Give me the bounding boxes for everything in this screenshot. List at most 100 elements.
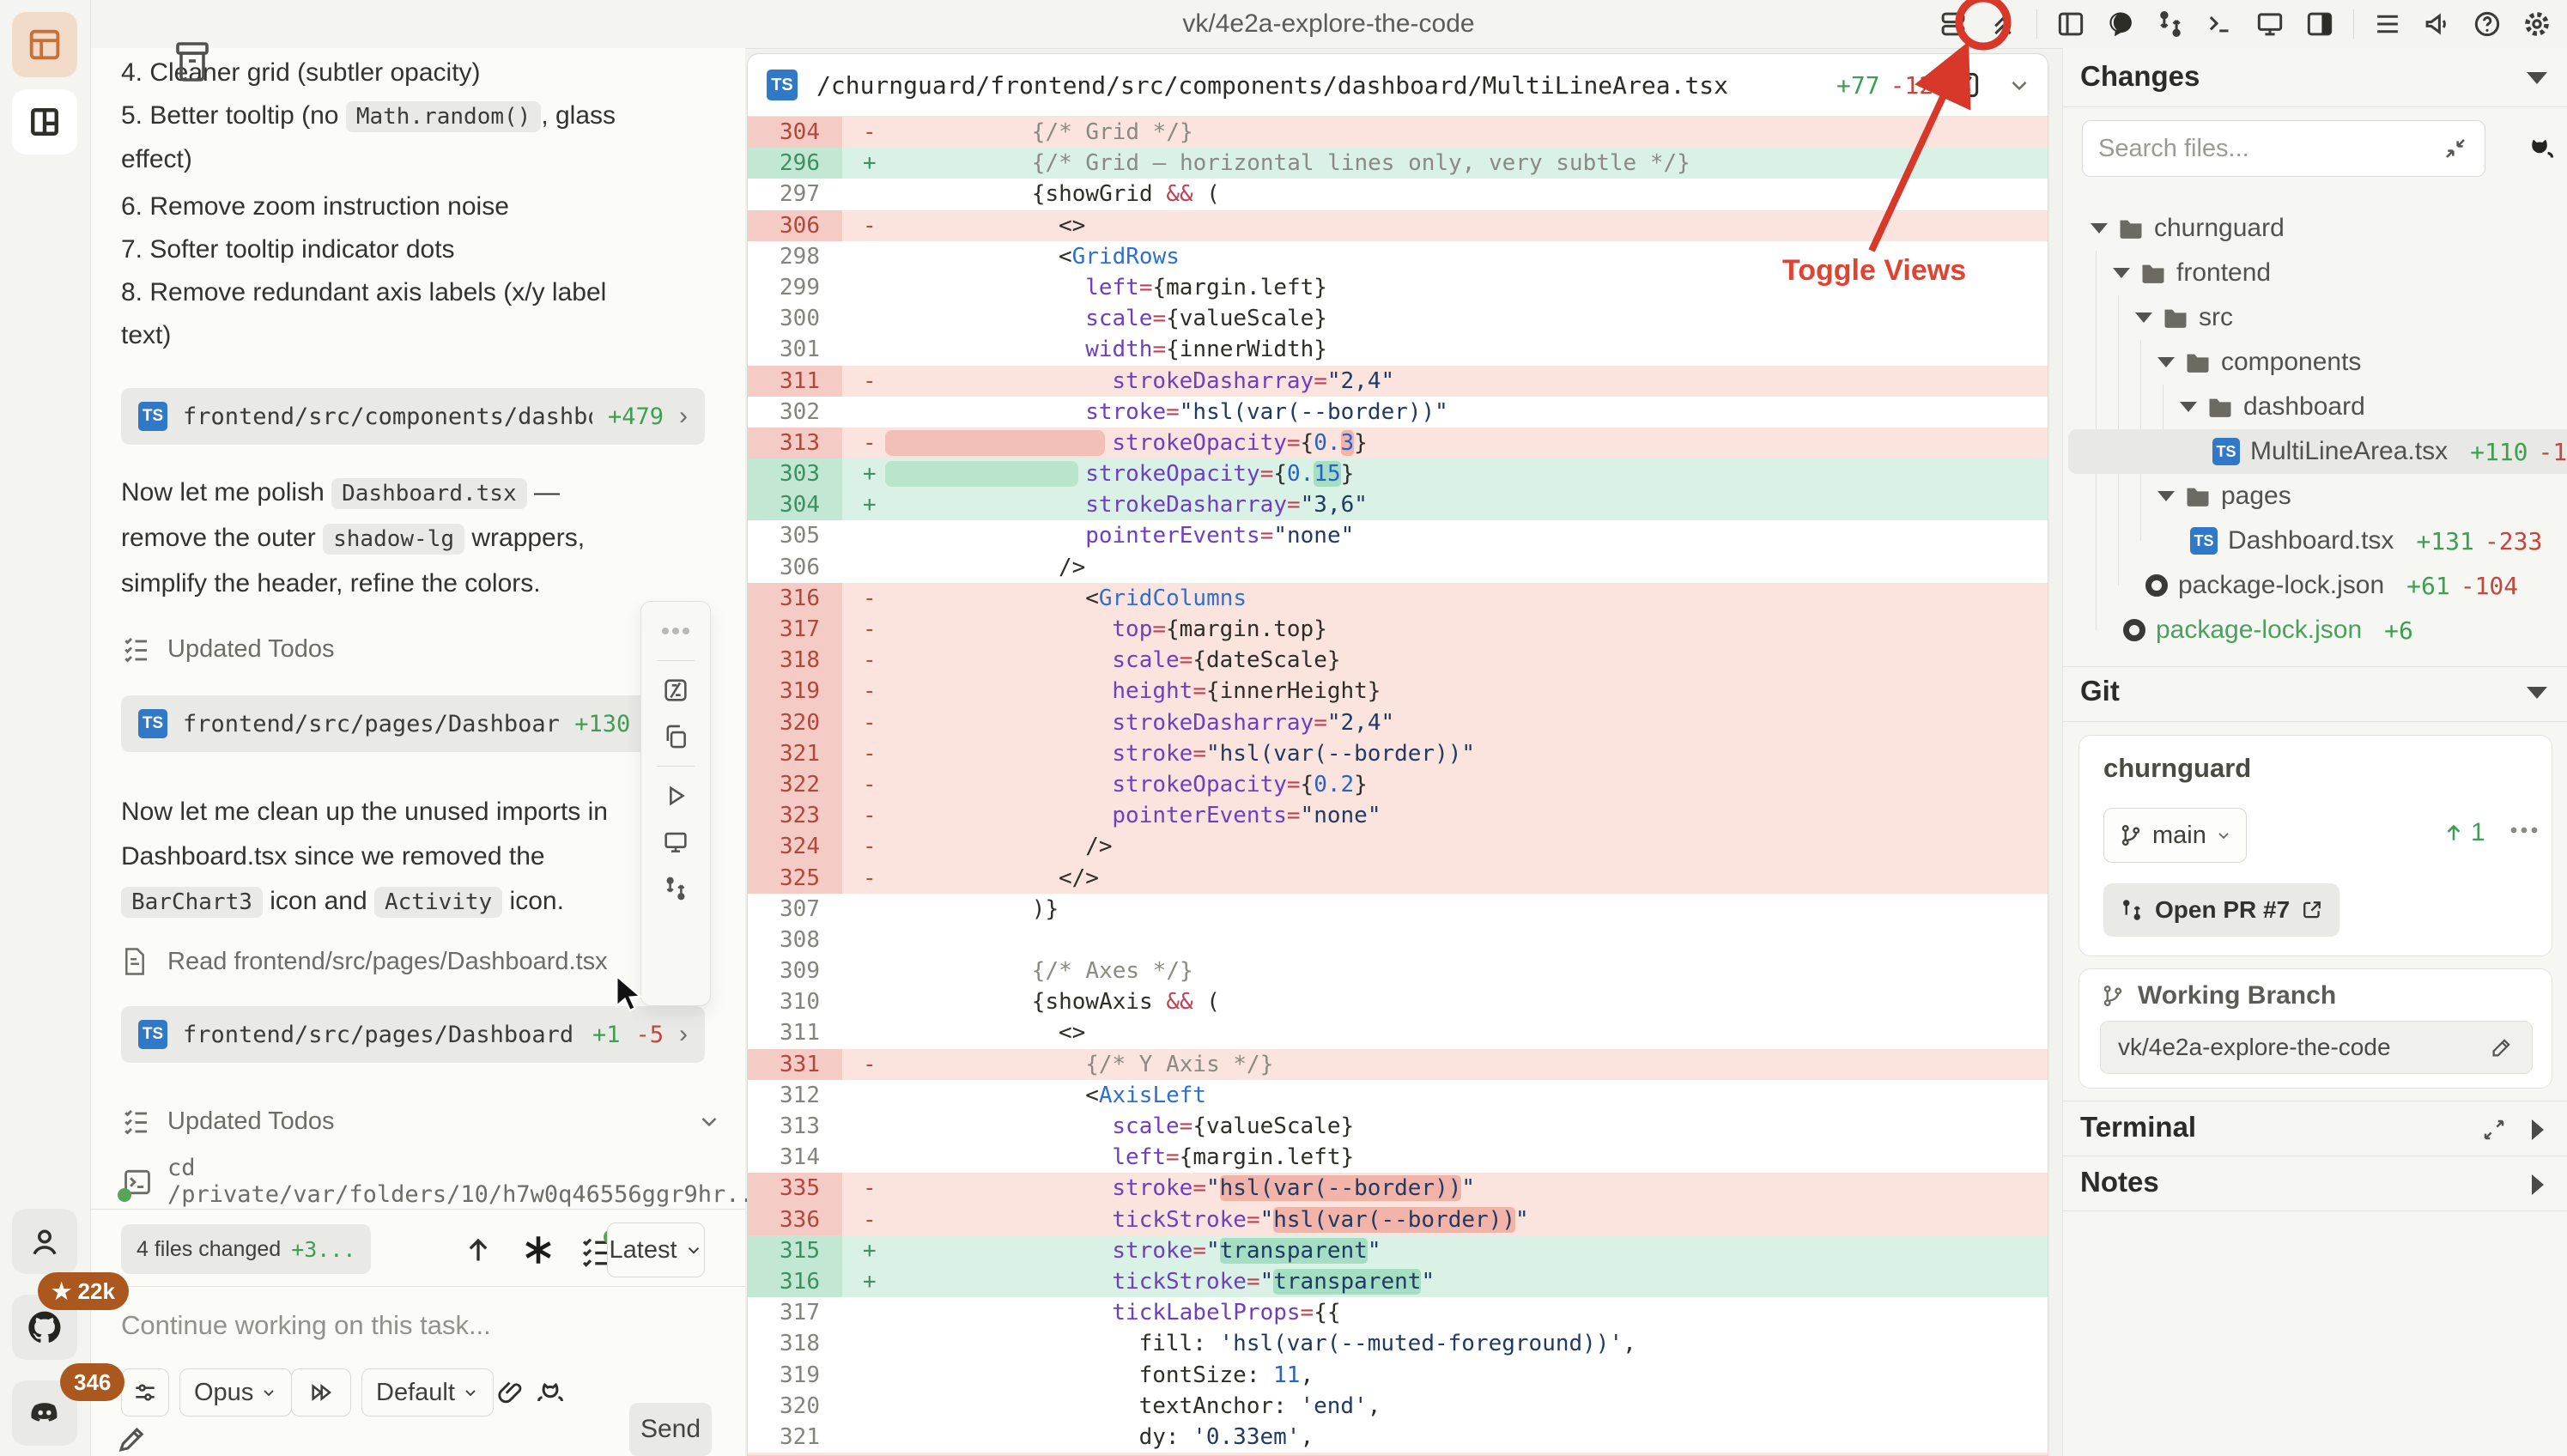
git-section-header[interactable]: Git (2080, 675, 2120, 707)
notes-section-header[interactable]: Notes (2080, 1166, 2159, 1198)
file-diff-chip[interactable]: TS frontend/src/pages/Dashboard.tsx +1 -… (121, 1006, 705, 1063)
terminal-section-header[interactable]: Terminal (2080, 1111, 2196, 1144)
file-diff-chip[interactable]: TS frontend/src/components/dashboa... +4… (121, 388, 705, 445)
tree-folder-pages[interactable]: pages (2068, 474, 2567, 519)
kanban-board-icon (26, 103, 64, 141)
panel-right-icon[interactable] (2303, 8, 2336, 40)
copy-icon[interactable] (657, 719, 695, 754)
menu-divider (657, 660, 695, 661)
tree-file-package-lock.json[interactable]: package-lock.json+6 (2068, 608, 2567, 652)
expand-icon[interactable] (2480, 1116, 2508, 1144)
chevron-down-icon (2215, 827, 2232, 844)
git-branch-icon (2100, 983, 2126, 1009)
rail-kanban-button[interactable] (12, 89, 77, 155)
folder-icon (2185, 351, 2211, 373)
repo-card: churnguard main 1 Open PR #7 (2078, 735, 2552, 956)
diff-line: 331-{/* Y Axis */} (748, 1049, 2048, 1080)
collapse-all-icon[interactable] (1987, 8, 2019, 40)
fast-forward-button[interactable] (291, 1368, 351, 1417)
edit-pencil-icon[interactable] (2489, 1034, 2515, 1060)
chat-bubble-icon[interactable] (2104, 8, 2137, 40)
play-icon[interactable] (657, 779, 695, 813)
file-diff-chip[interactable]: TS frontend/src/pages/Dashboar... +130 -… (121, 695, 705, 752)
diff-line: 318fill: 'hsl(var(--muted-foreground))', (748, 1328, 2048, 1359)
collapse-triangle-icon[interactable] (2527, 72, 2547, 84)
menu-icon[interactable] (2371, 8, 2404, 40)
rail-layout-dashboard-button[interactable] (12, 12, 77, 77)
git-compare-icon[interactable] (657, 871, 695, 906)
diff-line: 301width={innerWidth} (748, 334, 2048, 365)
more-dots-icon[interactable] (657, 614, 695, 648)
marker-pen-icon[interactable] (114, 1418, 152, 1454)
panel-divider (2063, 106, 2567, 107)
person-icon (26, 1222, 64, 1260)
diff-line: 313-strokeOpacity={0.3} (748, 428, 2048, 458)
topbar-divider (2353, 9, 2354, 39)
open-pr-button[interactable]: Open PR #7 (2103, 883, 2339, 937)
diff-line: 316+tickStroke="transparent" (748, 1266, 2048, 1297)
tree-file-MultiLineArea.tsx[interactable]: TSMultiLineArea.tsx+110-162 (2068, 429, 2567, 474)
diff-line: 306/> (748, 552, 2048, 583)
chat-list-item: 5. Better tooltip (no Math.random(), gla… (121, 94, 722, 181)
chevron-down-icon[interactable] (696, 1108, 722, 1134)
changes-section-header[interactable]: Changes (2080, 60, 2200, 93)
tree-file-Dashboard.tsx[interactable]: TSDashboard.tsx+131-233 (2068, 519, 2567, 563)
assistant-message: Now let me clean up the unused imports i… (121, 790, 722, 925)
diff-line: 322-strokeOpacity={0.2} (748, 769, 2048, 800)
archive-icon[interactable] (172, 36, 213, 88)
updated-todos-row[interactable]: Updated Todos (121, 1102, 722, 1140)
collapse-triangle-icon[interactable] (2527, 687, 2547, 699)
tree-folder-src[interactable]: src (2068, 295, 2567, 340)
settings-sliders-button[interactable] (121, 1368, 169, 1417)
tree-folder-components[interactable]: components (2068, 340, 2567, 385)
working-branch-input[interactable]: vk/4e2a-explore-the-code (2100, 1021, 2533, 1074)
edit-diff-icon[interactable] (657, 673, 695, 707)
terminal-icon[interactable] (2204, 8, 2236, 40)
megaphone-icon[interactable] (2421, 8, 2454, 40)
chat-list-item: 7. Softer tooltip indicator dots (121, 228, 722, 271)
panel-left-icon[interactable] (2054, 8, 2087, 40)
diff-line: 317tickLabelProps={{ (748, 1297, 2048, 1328)
diff-line: 308 (748, 925, 2048, 956)
version-select[interactable]: Latest (607, 1222, 705, 1277)
commits-ahead[interactable]: 1 (2442, 818, 2485, 847)
toggle-views-icon[interactable] (1937, 8, 1969, 40)
tree-folder-dashboard[interactable]: dashboard (2068, 385, 2567, 429)
monitor-icon[interactable] (2254, 8, 2286, 40)
github-stars-badge: ★ 22k (38, 1272, 129, 1310)
scroll-up-icon[interactable] (459, 1231, 497, 1269)
terminal-command-row[interactable]: cd /private/var/folders/10/h7w0q46556ggr… (121, 1162, 722, 1200)
diff-line: 320-strokeDasharray="2,4" (748, 707, 2048, 738)
split-diff-icon[interactable] (1950, 69, 1982, 101)
settings-gear-icon[interactable] (2521, 8, 2553, 40)
tree-folder-churnguard[interactable]: churnguard (2068, 206, 2567, 251)
external-link-icon (2300, 898, 2324, 922)
updated-todos-row[interactable]: Updated Todos (121, 630, 722, 668)
model-select[interactable]: Opus (179, 1368, 292, 1417)
help-icon[interactable] (2471, 8, 2503, 40)
file-search-input[interactable]: Search files... (2082, 120, 2485, 177)
chevron-down-icon (684, 1241, 703, 1259)
mode-select[interactable]: Default (361, 1368, 494, 1417)
more-dots-icon[interactable] (2507, 825, 2541, 835)
send-button[interactable]: Send (629, 1403, 712, 1456)
files-changed-chip[interactable]: 4 files changed +3... (121, 1224, 371, 1274)
cat-agent-icon[interactable] (531, 1374, 569, 1411)
expand-triangle-icon[interactable] (2532, 1174, 2544, 1195)
assistant-message: Now let me polish Dashboard.tsx —remove … (121, 470, 722, 606)
chevron-down-icon[interactable] (2003, 69, 2036, 101)
starburst-icon[interactable] (519, 1231, 557, 1269)
diff-line: 317-top={margin.top} (748, 614, 2048, 645)
cat-agent-icon[interactable] (2521, 130, 2558, 167)
branch-select[interactable]: main (2103, 808, 2247, 863)
diff-line: 319-height={innerHeight} (748, 676, 2048, 707)
tree-folder-frontend[interactable]: frontend (2068, 251, 2567, 295)
tree-file-package-lock.json[interactable]: package-lock.json+61-104 (2068, 563, 2567, 608)
shrink-icon[interactable] (2442, 135, 2469, 162)
attachment-icon[interactable] (492, 1374, 530, 1411)
monitor-icon[interactable] (657, 825, 695, 859)
git-compare-icon[interactable] (2154, 8, 2187, 40)
expand-triangle-icon[interactable] (2532, 1119, 2544, 1140)
message-input[interactable]: Continue working on this task... (121, 1310, 491, 1341)
rail-account-button[interactable] (12, 1209, 77, 1274)
